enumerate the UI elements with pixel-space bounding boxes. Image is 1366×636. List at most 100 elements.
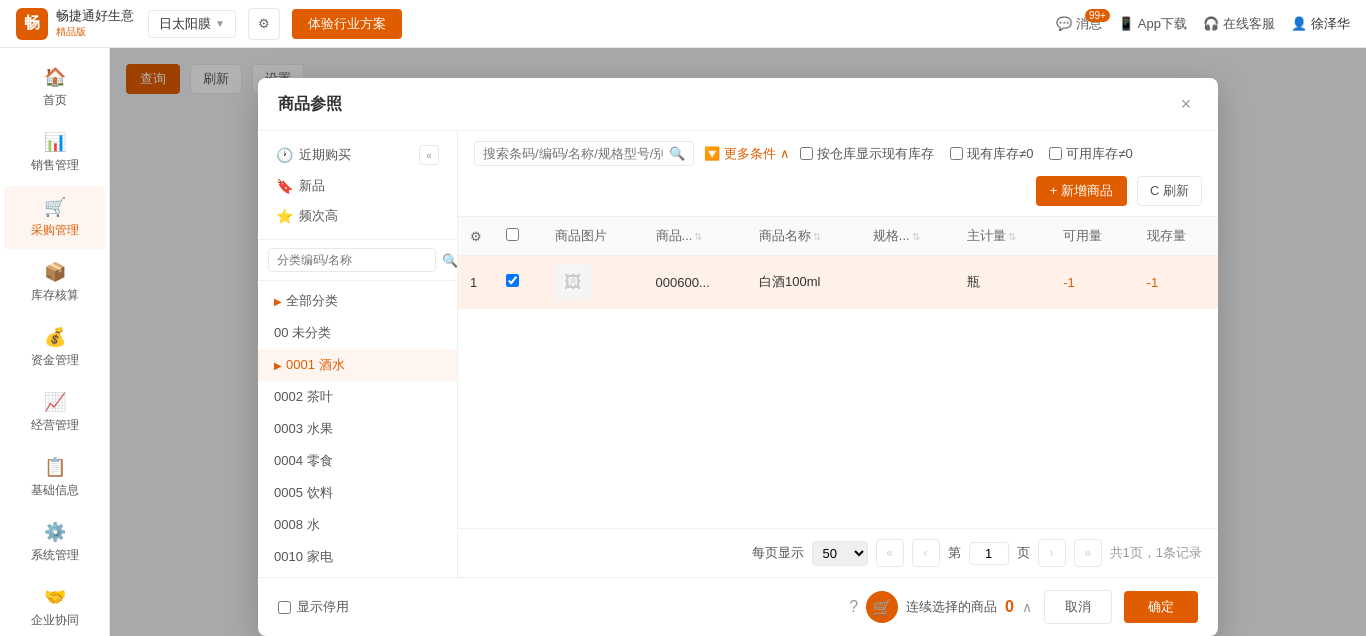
modal-close-button[interactable]: ×	[1174, 92, 1198, 116]
checkbox-warehouse-label: 按仓库显示现有库存	[817, 145, 934, 163]
sidebar-item-collab[interactable]: 🤝 企业协同	[4, 576, 105, 636]
checkbox-available-stock[interactable]: 现有库存≠0	[950, 145, 1033, 163]
category-unclassified[interactable]: 00 未分类	[258, 317, 457, 349]
category-label: 00 未分类	[274, 324, 331, 342]
page-size-select[interactable]: 50 10 20 100	[812, 541, 868, 566]
category-label: 全部分类	[286, 292, 338, 310]
table-header-checkbox[interactable]	[494, 217, 543, 256]
page-unit: 页	[1017, 544, 1030, 562]
table-header-available[interactable]: 可用量	[1051, 217, 1134, 256]
frequent-item[interactable]: ⭐ 频次高	[266, 201, 449, 231]
arrow-icon: ▶	[274, 296, 282, 307]
sidebar-item-inventory[interactable]: 📦 库存核算	[4, 251, 105, 314]
category-label: 0010 家电	[274, 548, 333, 566]
collapse-button[interactable]: «	[419, 145, 439, 165]
prev-page-button[interactable]: ‹	[912, 539, 940, 567]
store-selector[interactable]: 日太阳膜 ▼	[148, 10, 236, 38]
logo-area: 畅 畅捷通好生意 精品版	[16, 8, 136, 40]
store-name: 日太阳膜	[159, 15, 211, 33]
first-page-button[interactable]: «	[876, 539, 904, 567]
sidebar-item-label: 经营管理	[31, 417, 79, 434]
settings-button[interactable]: ⚙	[248, 8, 280, 40]
category-label: 0005 饮料	[274, 484, 333, 502]
search-icon[interactable]: 🔍	[669, 146, 685, 161]
table-header-settings[interactable]: ⚙	[458, 217, 494, 256]
right-panel: 🔍 🔽 更多条件 ∧ 按仓库显示现有库存	[458, 131, 1218, 577]
table-row[interactable]: 1 🖼 000600... 白酒100ml	[458, 256, 1218, 309]
main-layout: 🏠 首页 📊 销售管理 🛒 采购管理 📦 库存核算 💰 资金管理 📈 经营管理 …	[0, 48, 1366, 636]
add-product-button[interactable]: + 新增商品	[1036, 176, 1127, 206]
user-menu[interactable]: 👤 徐泽华	[1291, 15, 1350, 33]
table-header-stock[interactable]: 现存量	[1135, 217, 1218, 256]
table-header-code[interactable]: 商品...⇅	[644, 217, 748, 256]
headset-icon: 🎧	[1203, 16, 1219, 31]
category-search-icon[interactable]: 🔍	[442, 253, 458, 268]
sidebar-item-sales[interactable]: 📊 销售管理	[4, 121, 105, 184]
experience-button[interactable]: 体验行业方案	[292, 9, 402, 39]
category-water[interactable]: 0008 水	[258, 509, 457, 541]
next-page-button[interactable]: ›	[1038, 539, 1066, 567]
checkbox-usable-stock[interactable]: 可用库存≠0	[1049, 145, 1132, 163]
operations-icon: 📈	[44, 391, 66, 413]
online-service-label: 在线客服	[1223, 15, 1275, 33]
checkbox-usable-stock-input[interactable]	[1049, 147, 1062, 160]
show-disabled-input[interactable]	[278, 601, 291, 614]
cart-count: 0	[1005, 598, 1014, 616]
page-number-input[interactable]	[969, 542, 1009, 565]
table-header-spec[interactable]: 规格...⇅	[861, 217, 955, 256]
table-header-name[interactable]: 商品名称⇅	[747, 217, 861, 256]
confirm-button[interactable]: 确定	[1124, 591, 1198, 623]
product-search-input[interactable]	[483, 146, 663, 161]
image-placeholder-icon: 🖼	[564, 272, 582, 293]
table-header-unit[interactable]: 主计量⇅	[955, 217, 1052, 256]
row-checkbox[interactable]	[494, 256, 543, 309]
category-fruit[interactable]: 0003 水果	[258, 413, 457, 445]
checkbox-warehouse-stock[interactable]: 按仓库显示现有库存	[800, 145, 934, 163]
sidebar-item-operations[interactable]: 📈 经营管理	[4, 381, 105, 444]
last-page-button[interactable]: »	[1074, 539, 1102, 567]
inventory-icon: 📦	[44, 261, 66, 283]
app-download-button[interactable]: 📱 App下载	[1118, 15, 1187, 33]
modal-header: 商品参照 ×	[258, 78, 1218, 131]
sidebar-item-label: 采购管理	[31, 222, 79, 239]
sidebar-item-basics[interactable]: 📋 基础信息	[4, 446, 105, 509]
message-icon: 💬	[1056, 16, 1072, 31]
category-search-input[interactable]	[268, 248, 436, 272]
app-label: App下载	[1138, 15, 1187, 33]
online-service-button[interactable]: 🎧 在线客服	[1203, 15, 1275, 33]
category-beverage[interactable]: 0005 饮料	[258, 477, 457, 509]
sidebar-item-purchase[interactable]: 🛒 采购管理	[4, 186, 105, 249]
new-product-item[interactable]: 🔖 新品	[266, 171, 449, 201]
left-panel: 🕐 近期购买 « 🔖 新品 ⭐ 频次高	[258, 131, 458, 577]
logo-icon: 畅	[16, 8, 48, 40]
category-snack[interactable]: 0004 零食	[258, 445, 457, 477]
row-spec	[861, 256, 955, 309]
select-all-checkbox[interactable]	[506, 228, 519, 241]
refresh-button[interactable]: C 刷新	[1137, 176, 1202, 206]
checkbox-warehouse-stock-input[interactable]	[800, 147, 813, 160]
category-liquor[interactable]: ▶ 0001 酒水	[258, 349, 457, 381]
cancel-button[interactable]: 取消	[1044, 590, 1112, 624]
sidebar-item-system[interactable]: ⚙️ 系统管理	[4, 511, 105, 574]
checkbox-available-stock-input[interactable]	[950, 147, 963, 160]
chevron-down-icon: ▼	[215, 18, 225, 29]
recent-purchase-item[interactable]: 🕐 近期购买 «	[266, 139, 449, 171]
sidebar-item-finance[interactable]: 💰 资金管理	[4, 316, 105, 379]
show-disabled-checkbox[interactable]: 显示停用	[278, 598, 349, 616]
product-reference-modal: 商品参照 × 🕐 近期购买 «	[258, 78, 1218, 636]
messages-button[interactable]: 💬 消息 99+	[1056, 15, 1102, 33]
home-icon: 🏠	[44, 66, 66, 88]
purchase-icon: 🛒	[44, 196, 66, 218]
category-tea[interactable]: 0002 茶叶	[258, 381, 457, 413]
filter-more-button[interactable]: 🔽 更多条件 ∧	[704, 145, 790, 163]
category-all[interactable]: ▶ 全部分类	[258, 285, 457, 317]
modal-body: 🕐 近期购买 « 🔖 新品 ⭐ 频次高	[258, 131, 1218, 577]
filter-more-label: 更多条件	[724, 145, 776, 163]
collapse-cart-button[interactable]: ∧	[1022, 599, 1032, 615]
arrow-icon: ▶	[274, 360, 282, 371]
navbar-right: 💬 消息 99+ 📱 App下载 🎧 在线客服 👤 徐泽华	[1056, 15, 1350, 33]
help-icon[interactable]: ?	[849, 598, 858, 616]
sidebar-item-home[interactable]: 🏠 首页	[4, 56, 105, 119]
cart-button[interactable]: 🛒	[866, 591, 898, 623]
category-appliance[interactable]: 0010 家电	[258, 541, 457, 573]
